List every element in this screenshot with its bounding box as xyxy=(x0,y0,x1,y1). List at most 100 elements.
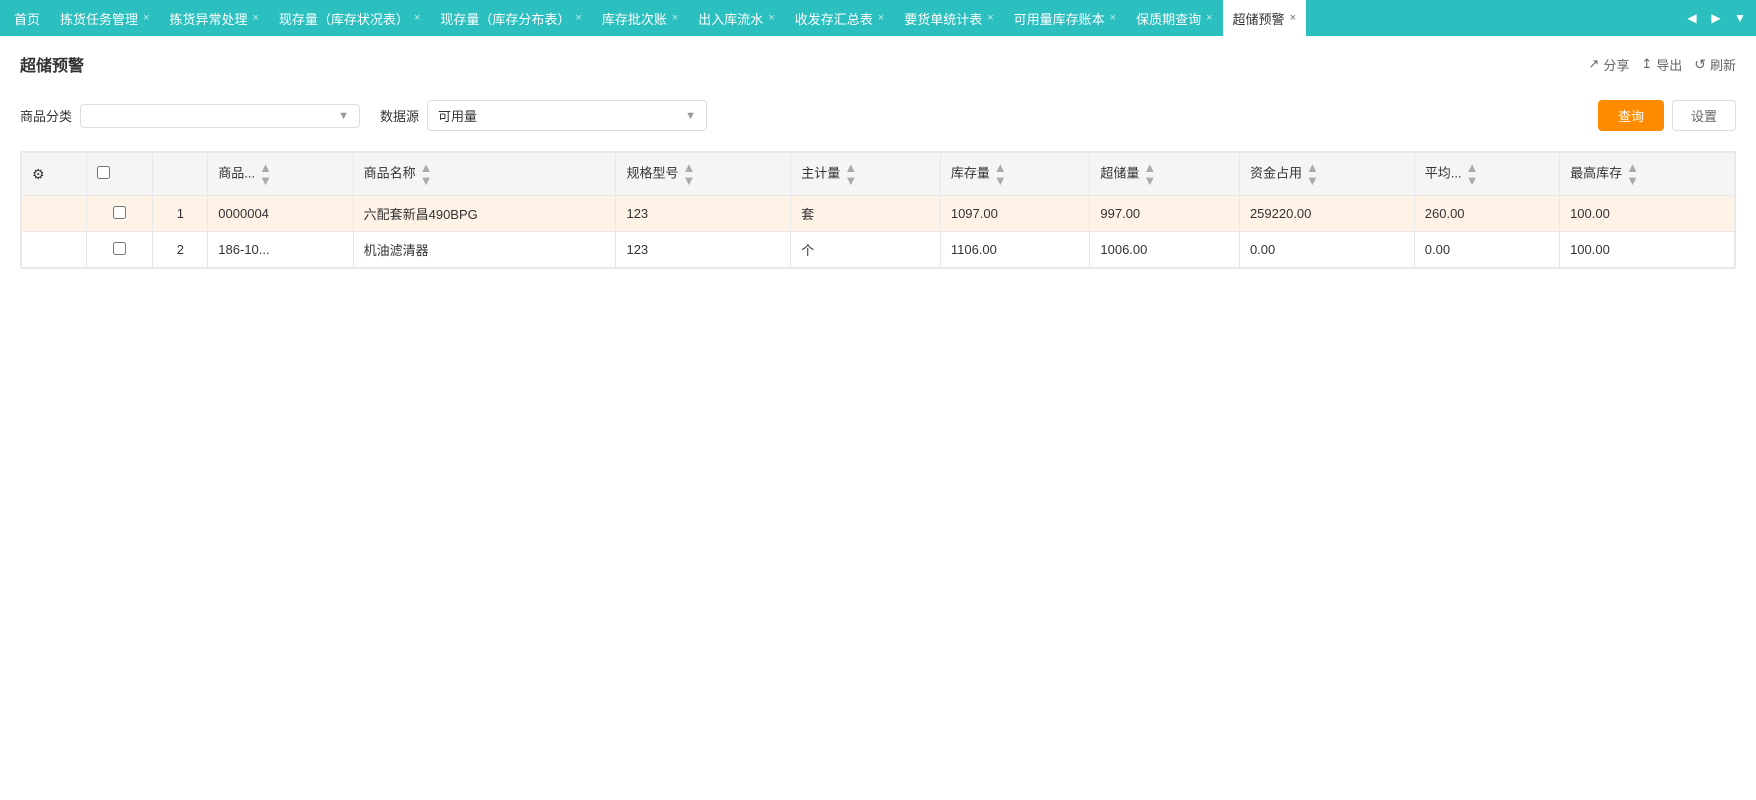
nav-item-close-4[interactable]: × xyxy=(575,12,581,24)
datasource-filter: 数据源 可用量 ▼ xyxy=(380,100,707,131)
sort-icon-code: ▲▼ xyxy=(259,161,272,187)
nav-item-close-6[interactable]: × xyxy=(768,12,774,24)
nav-item-label-9: 可用量库存账本 xyxy=(1014,9,1105,28)
nav-item-6[interactable]: 出入库流水 × xyxy=(688,0,784,36)
share-icon: ↗ xyxy=(1588,56,1599,72)
cell-over-0: 997.00 xyxy=(1090,196,1240,232)
cell-capital-1: 0.00 xyxy=(1239,232,1414,268)
nav-item-close-9[interactable]: × xyxy=(1110,12,1116,24)
sort-icon-max_stock: ▲▼ xyxy=(1626,161,1639,187)
row-checkbox-1[interactable] xyxy=(87,232,153,268)
nav-item-10[interactable]: 保质期查询× xyxy=(1126,0,1222,36)
row-settings-0 xyxy=(22,196,87,232)
nav-item-label-2: 拣货异常处理 xyxy=(169,9,247,28)
sort-icon-unit: ▲▼ xyxy=(844,161,857,187)
nav-item-label-6: 出入库流水 xyxy=(698,9,763,28)
cell-stock-1: 1106.00 xyxy=(940,232,1090,268)
datasource-value: 可用量 xyxy=(438,106,477,125)
category-label: 商品分类 xyxy=(20,106,72,125)
nav-item-5[interactable]: 库存批次账 × xyxy=(592,0,688,36)
row-checkbox-0[interactable] xyxy=(87,196,153,232)
settings-gear-icon[interactable]: ⚙ xyxy=(32,166,45,182)
export-label: 导出 xyxy=(1656,55,1682,74)
col-header-over[interactable]: 超储量▲▼ xyxy=(1090,153,1240,196)
nav-item-close-1[interactable]: × xyxy=(143,12,149,24)
share-button[interactable]: ↗ 分享 xyxy=(1588,55,1629,74)
row-num-0: 1 xyxy=(153,196,208,232)
sort-icon-spec: ▲▼ xyxy=(682,161,695,187)
col-header-unit[interactable]: 主计量▲▼ xyxy=(791,153,941,196)
col-header-avg[interactable]: 平均...▲▼ xyxy=(1414,153,1559,196)
nav-item-close-7[interactable]: × xyxy=(878,12,884,24)
nav-item-close-3[interactable]: × xyxy=(414,12,420,24)
nav-more-arrow[interactable]: ▼ xyxy=(1728,0,1752,36)
col-header-capital[interactable]: 资金占用▲▼ xyxy=(1239,153,1414,196)
refresh-icon: ↺ xyxy=(1694,56,1706,73)
col-header-name[interactable]: 商品名称▲▼ xyxy=(353,153,616,196)
table-wrapper: ⚙ 商品...▲▼商品名称▲▼规格型号▲▼主计量▲▼库存量▲▼超储量▲▼资金占用▲… xyxy=(20,151,1736,269)
nav-next-arrow[interactable]: ▶ xyxy=(1704,0,1728,36)
nav-item-close-8[interactable]: × xyxy=(987,12,993,24)
cell-max_stock-1: 100.00 xyxy=(1560,232,1735,268)
nav-item-label-0: 首页 xyxy=(14,9,40,28)
nav-item-7[interactable]: 收发存汇总表 × xyxy=(785,0,894,36)
col-header-spec[interactable]: 规格型号▲▼ xyxy=(616,153,791,196)
col-header-num xyxy=(153,153,208,196)
nav-item-0[interactable]: 首页 xyxy=(4,0,50,36)
nav-item-label-7: 收发存汇总表 xyxy=(795,9,873,28)
category-chevron-icon: ▼ xyxy=(338,110,349,122)
nav-item-close-11[interactable]: × xyxy=(1290,12,1296,24)
nav-item-1[interactable]: 拣货任务管理 × xyxy=(50,0,159,36)
row-settings-1 xyxy=(22,232,87,268)
nav-item-11[interactable]: 超储预警 × xyxy=(1223,0,1306,36)
col-header-max_stock[interactable]: 最高库存▲▼ xyxy=(1560,153,1735,196)
col-header-checkbox xyxy=(87,153,153,196)
row-num-1: 2 xyxy=(153,232,208,268)
datasource-select[interactable]: 可用量 ▼ xyxy=(427,100,707,131)
nav-item-3[interactable]: 现存量（库存状况表） × xyxy=(269,0,430,36)
cell-spec-1: 123 xyxy=(616,232,791,268)
cell-name-1: 机油滤清器 xyxy=(353,232,616,268)
top-nav: 首页拣货任务管理×拣货异常处理×现存量（库存状况表）×现存量（库存分布表）×库存… xyxy=(0,0,1756,36)
refresh-label: 刷新 xyxy=(1710,55,1736,74)
nav-prev-arrow[interactable]: ◀ xyxy=(1680,0,1704,36)
nav-item-label-11: 超储预警 xyxy=(1233,9,1285,28)
export-icon: ↥ xyxy=(1641,56,1652,72)
nav-item-9[interactable]: 可用量库存账本 × xyxy=(1004,0,1126,36)
nav-item-label-3: 现存量（库存状况表） xyxy=(279,9,409,28)
cell-avg-0: 260.00 xyxy=(1414,196,1559,232)
page-title: 超储预警 xyxy=(20,52,84,76)
cell-unit-1: 个 xyxy=(791,232,941,268)
nav-item-close-5[interactable]: × xyxy=(672,12,678,24)
nav-item-8[interactable]: 要货单统计表× xyxy=(894,0,1003,36)
table-row: 10000004六配套新昌490BPG123套1097.00997.002592… xyxy=(22,196,1735,232)
nav-item-4[interactable]: 现存量（库存分布表） × xyxy=(430,0,591,36)
nav-item-label-1: 拣货任务管理 xyxy=(60,9,138,28)
sort-icon-over: ▲▼ xyxy=(1143,161,1156,187)
filter-row: 商品分类 ▼ 数据源 可用量 ▼ 查询 设置 xyxy=(20,92,1736,139)
nav-item-close-10[interactable]: × xyxy=(1206,12,1212,24)
cell-stock-0: 1097.00 xyxy=(940,196,1090,232)
query-button[interactable]: 查询 xyxy=(1598,100,1664,131)
export-button[interactable]: ↥ 导出 xyxy=(1641,55,1682,74)
cell-avg-1: 0.00 xyxy=(1414,232,1559,268)
refresh-button[interactable]: ↺ 刷新 xyxy=(1694,55,1736,74)
cell-name-0: 六配套新昌490BPG xyxy=(353,196,616,232)
settings-button[interactable]: 设置 xyxy=(1672,100,1736,131)
nav-item-2[interactable]: 拣货异常处理 × xyxy=(159,0,268,36)
nav-item-close-2[interactable]: × xyxy=(252,12,258,24)
cell-spec-0: 123 xyxy=(616,196,791,232)
cell-unit-0: 套 xyxy=(791,196,941,232)
nav-item-label-4: 现存量（库存分布表） xyxy=(440,9,570,28)
col-header-stock[interactable]: 库存量▲▼ xyxy=(940,153,1090,196)
datasource-label: 数据源 xyxy=(380,106,419,125)
header-actions: ↗ 分享 ↥ 导出 ↺ 刷新 xyxy=(1588,55,1736,74)
cell-over-1: 1006.00 xyxy=(1090,232,1240,268)
select-all-checkbox[interactable] xyxy=(97,166,110,179)
cell-max_stock-0: 100.00 xyxy=(1560,196,1735,232)
col-header-code[interactable]: 商品...▲▼ xyxy=(208,153,353,196)
row-check-1[interactable] xyxy=(113,242,126,255)
nav-item-label-5: 库存批次账 xyxy=(602,9,667,28)
category-select[interactable]: ▼ xyxy=(80,104,360,128)
row-check-0[interactable] xyxy=(113,206,126,219)
